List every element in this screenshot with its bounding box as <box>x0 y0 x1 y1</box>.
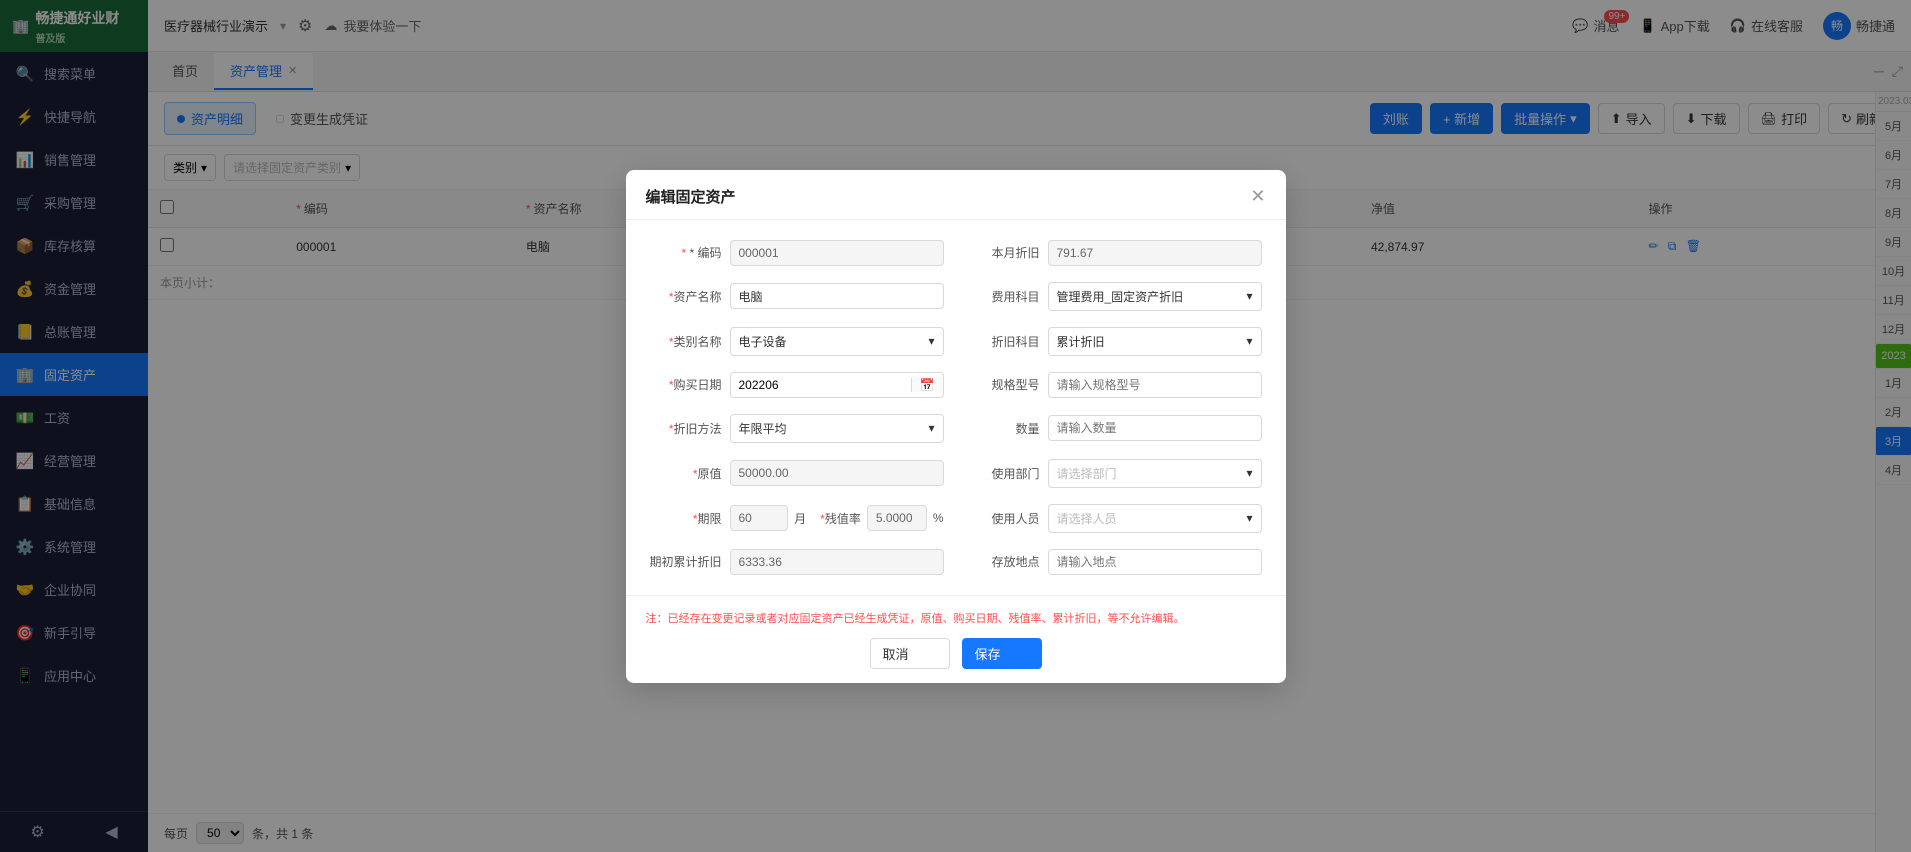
residual-rate-input <box>867 505 927 531</box>
modal-note: 注：已经存在变更记录或者对应固定资产已经生成凭证，原值、购买日期、残值率、累计折… <box>646 610 1185 626</box>
form-item-expense-account: 费用科目 管理费用_固定资产折旧 ▾ <box>968 282 1262 311</box>
category-name-label: *类别名称 <box>650 333 722 350</box>
expense-account-select[interactable]: 管理费用_固定资产折旧 ▾ <box>1048 282 1262 311</box>
save-button[interactable]: 保存 <box>962 638 1042 669</box>
location-label: 存放地点 <box>968 553 1040 570</box>
dep-account-dropdown-icon: ▾ <box>1246 334 1252 348</box>
content-area: 资产明细 变更生成凭证 刘账 + 新增 批量操作 ▾ ⬆ 导入 <box>148 92 1911 852</box>
form-item-original-value: *原值 <box>650 459 944 488</box>
period-row: 月 *残值率 % <box>730 505 944 531</box>
code-label: * * 编码 <box>650 244 722 261</box>
quantity-input[interactable] <box>1048 415 1262 441</box>
modal-header: 编辑固定资产 ✕ <box>626 170 1286 220</box>
form-item-quantity: 数量 <box>968 414 1262 443</box>
dep-method-label: *折旧方法 <box>650 420 722 437</box>
modal-close-button[interactable]: ✕ <box>1250 186 1265 207</box>
original-value-input <box>730 460 944 486</box>
person-placeholder: 请选择人员 <box>1057 510 1117 527</box>
expense-account-dropdown-icon: ▾ <box>1246 289 1252 303</box>
quantity-label: 数量 <box>968 420 1040 437</box>
form-item-monthly-dep: 本月折旧 <box>968 240 1262 266</box>
modal-title: 编辑固定资产 <box>646 186 736 207</box>
person-dropdown-icon: ▾ <box>1246 511 1252 525</box>
dept-dropdown-icon: ▾ <box>1246 466 1252 480</box>
form-item-initial-dep: 期初累计折旧 <box>650 549 944 575</box>
form-item-purchase-date: *购买日期 📅 <box>650 372 944 398</box>
residual-rate-label: *残值率 <box>820 510 861 527</box>
dept-select[interactable]: 请选择部门 ▾ <box>1048 459 1262 488</box>
category-dropdown-icon: ▾ <box>928 334 934 348</box>
form-item-code: * * 编码 <box>650 240 944 266</box>
form-item-category: *类别名称 电子设备 ▾ <box>650 327 944 356</box>
code-input[interactable] <box>730 240 944 266</box>
period-label: *期限 <box>650 510 722 527</box>
asset-name-label: *资产名称 <box>650 288 722 305</box>
form-item-location: 存放地点 <box>968 549 1262 575</box>
modal-footer: 注：已经存在变更记录或者对应固定资产已经生成凭证，原值、购买日期、残值率、累计折… <box>626 595 1286 683</box>
spec-label: 规格型号 <box>968 376 1040 393</box>
category-value: 电子设备 <box>739 333 787 350</box>
expense-account-label: 费用科目 <box>968 288 1040 305</box>
purchase-date-input[interactable] <box>731 373 911 397</box>
form-item-dep-account: 折旧科目 累计折旧 ▾ <box>968 327 1262 356</box>
purchase-date-label: *购买日期 <box>650 376 722 393</box>
dep-account-select[interactable]: 累计折旧 ▾ <box>1048 327 1262 356</box>
form-item-spec: 规格型号 <box>968 372 1262 398</box>
form-item-asset-name: *资产名称 <box>650 282 944 311</box>
dep-method-select[interactable]: 年限平均 ▾ <box>730 414 944 443</box>
main-area: 医疗器械行业演示 ▾ ⚙ ☁ 我要体验一下 💬 消息 99+ 📱 App下载 🎧… <box>148 0 1911 852</box>
initial-dep-label: 期初累计折旧 <box>650 553 722 570</box>
form-item-period: *期限 月 *残值率 % <box>650 504 944 533</box>
calendar-icon[interactable]: 📅 <box>911 378 943 392</box>
dep-method-value: 年限平均 <box>739 420 787 437</box>
person-label: 使用人员 <box>968 510 1040 527</box>
modal-actions: 取消 保存 <box>646 638 1266 669</box>
spec-input[interactable] <box>1048 372 1262 398</box>
category-select[interactable]: 电子设备 ▾ <box>730 327 944 356</box>
dep-account-label: 折旧科目 <box>968 333 1040 350</box>
form-item-person: 使用人员 请选择人员 ▾ <box>968 504 1262 533</box>
expense-account-value: 管理费用_固定资产折旧 <box>1057 288 1184 305</box>
form-item-dep-method: *折旧方法 年限平均 ▾ <box>650 414 944 443</box>
asset-name-input[interactable] <box>730 283 944 309</box>
purchase-date-wrap: 📅 <box>730 372 944 398</box>
dep-method-dropdown-icon: ▾ <box>928 421 934 435</box>
monthly-dep-input <box>1048 240 1262 266</box>
location-input[interactable] <box>1048 549 1262 575</box>
modal-overlay: 编辑固定资产 ✕ * * 编码 <box>148 92 1911 852</box>
residual-rate-unit: % <box>933 511 944 525</box>
modal-form: * * 编码 本月折旧 *资产名称 <box>650 240 1262 575</box>
period-unit: 月 <box>794 510 806 527</box>
person-select[interactable]: 请选择人员 ▾ <box>1048 504 1262 533</box>
edit-fixed-asset-modal: 编辑固定资产 ✕ * * 编码 <box>626 170 1286 683</box>
form-item-dept: 使用部门 请选择部门 ▾ <box>968 459 1262 488</box>
dep-account-value: 累计折旧 <box>1057 333 1105 350</box>
initial-dep-input <box>730 549 944 575</box>
monthly-dep-label: 本月折旧 <box>968 244 1040 261</box>
original-value-label: *原值 <box>650 465 722 482</box>
period-input <box>730 505 789 531</box>
modal-body: * * 编码 本月折旧 *资产名称 <box>626 220 1286 595</box>
dept-placeholder: 请选择部门 <box>1057 465 1117 482</box>
cancel-button[interactable]: 取消 <box>870 638 950 669</box>
dept-label: 使用部门 <box>968 465 1040 482</box>
